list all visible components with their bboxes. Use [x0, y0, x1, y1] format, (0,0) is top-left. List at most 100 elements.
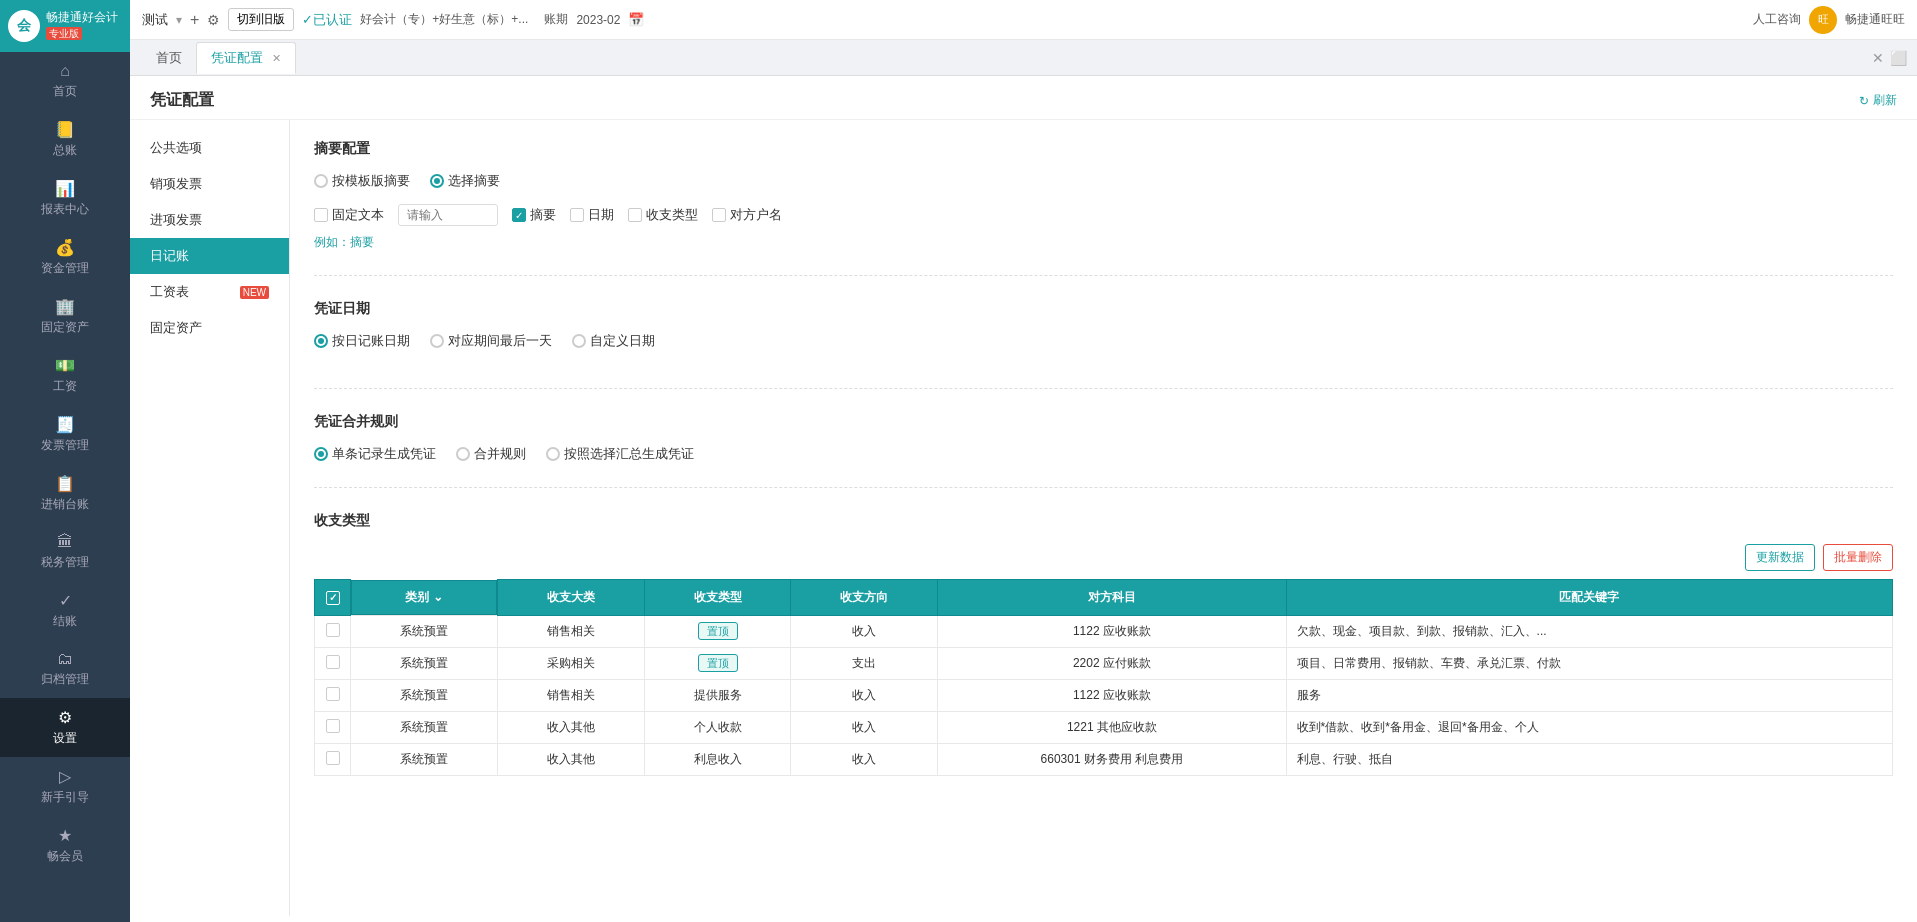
sidebar: 会 畅捷通好会计 专业版 ⌂首页📒总账📊报表中心💰资金管理🏢固定资产💵工资🧾发票… — [0, 0, 130, 922]
row-checkbox-2[interactable] — [326, 687, 340, 701]
sidebar-item-归档管理[interactable]: 🗂归档管理 — [0, 640, 130, 698]
tab-close-icon[interactable]: ✕ — [272, 52, 281, 64]
sidebar-item-进销台账[interactable]: 📋进销台账 — [0, 464, 130, 523]
window-maximize-icon[interactable]: ⬜ — [1891, 51, 1905, 65]
content-area: 凭证配置 ↻ 刷新 公共选项销项发票进项发票日记账工资表NEW固定资产 摘要配置… — [130, 76, 1917, 922]
sidebar-item-结账[interactable]: ✓结账 — [0, 581, 130, 640]
layout: 公共选项销项发票进项发票日记账工资表NEW固定资产 摘要配置 按模板版摘要 选择… — [130, 120, 1917, 916]
sidebar-item-总账[interactable]: 📒总账 — [0, 110, 130, 169]
th-checkbox[interactable]: ✓ — [315, 580, 351, 616]
checkbox-summary[interactable]: ✓ 摘要 — [512, 206, 556, 224]
fixed-text-input[interactable] — [398, 204, 498, 226]
sidebar-icon-8: 🏛 — [57, 533, 73, 551]
tab-home[interactable]: 首页 — [142, 43, 196, 73]
sidebar-item-税务管理[interactable]: 🏛税务管理 — [0, 523, 130, 581]
radio-custom-date[interactable]: 自定义日期 — [572, 332, 655, 350]
summary-config-section: 摘要配置 按模板版摘要 选择摘要 — [314, 140, 1893, 276]
left-nav-item-公共选项[interactable]: 公共选项 — [130, 130, 289, 166]
window-close-icon[interactable]: ✕ — [1871, 51, 1885, 65]
radio-journal-date[interactable]: 按日记账日期 — [314, 332, 410, 350]
add-icon[interactable]: + — [190, 11, 199, 29]
checkbox-date[interactable]: 日期 — [570, 206, 614, 224]
checkbox-income-type[interactable]: 收支类型 — [628, 206, 698, 224]
tabbar: 首页 凭证配置 ✕ ✕ ⬜ — [130, 40, 1917, 76]
tags-label: 好会计（专）+好生意（标）+... — [360, 11, 528, 28]
calendar-icon[interactable]: 📅 — [628, 12, 644, 27]
logo-text: 畅捷通好会计 专业版 — [46, 10, 118, 41]
new-badge: NEW — [240, 286, 269, 299]
left-nav-item-工资表[interactable]: 工资表NEW — [130, 274, 289, 310]
sidebar-icon-3: 💰 — [55, 238, 75, 257]
voucher-date-title: 凭证日期 — [314, 300, 1893, 318]
sidebar-item-工资[interactable]: 💵工资 — [0, 346, 130, 405]
income-table: ✓ 类别 ⌄ 收支大类 收支类型 收支方向 对方科目 匹配关键字 — [314, 579, 1893, 776]
topbar: 测试 ▾ + ⚙ 切到旧版 ✓已认证 好会计（专）+好生意（标）+... 账期 … — [130, 0, 1917, 40]
left-nav-item-日记账[interactable]: 日记账 — [130, 238, 289, 274]
checkbox-date-box — [570, 208, 584, 222]
sidebar-icon-1: 📒 — [55, 120, 75, 139]
sidebar-item-首页[interactable]: ⌂首页 — [0, 52, 130, 110]
top-tag[interactable]: 置顶 — [698, 654, 738, 672]
summary-radio-group: 按模板版摘要 选择摘要 — [314, 172, 1893, 190]
left-nav: 公共选项销项发票进项发票日记账工资表NEW固定资产 — [130, 120, 290, 916]
sidebar-icon-4: 🏢 — [55, 297, 75, 316]
row-checkbox-3[interactable] — [326, 719, 340, 733]
example-text: 例如：摘要 — [314, 234, 1893, 251]
avatar: 旺 — [1809, 6, 1837, 34]
row-checkbox-4[interactable] — [326, 751, 340, 765]
summary-config-title: 摘要配置 — [314, 140, 1893, 158]
switch-version-button[interactable]: 切到旧版 — [228, 8, 294, 31]
radio-single-record[interactable]: 单条记录生成凭证 — [314, 445, 436, 463]
batch-delete-button[interactable]: 批量删除 — [1823, 544, 1893, 571]
sidebar-item-固定资产[interactable]: 🏢固定资产 — [0, 287, 130, 346]
row-checkbox-0[interactable] — [326, 623, 340, 637]
row-checkbox-1[interactable] — [326, 655, 340, 669]
left-nav-item-销项发票[interactable]: 销项发票 — [130, 166, 289, 202]
header-checkbox[interactable]: ✓ — [326, 591, 340, 605]
period-value: 2023-02 — [576, 13, 620, 27]
checkbox-counterparty-box — [712, 208, 726, 222]
user-service-label[interactable]: 人工咨询 — [1753, 11, 1801, 28]
dropdown-arrow-icon[interactable]: ▾ — [176, 13, 182, 27]
sidebar-item-资金管理[interactable]: 💰资金管理 — [0, 228, 130, 287]
checkbox-counterparty[interactable]: 对方户名 — [712, 206, 782, 224]
top-tag[interactable]: 置顶 — [698, 622, 738, 640]
income-type-section: 收支类型 更新数据 批量删除 ✓ 类别 — [314, 512, 1893, 776]
certified-status: ✓已认证 — [302, 11, 352, 29]
voucher-merge-radio-group: 单条记录生成凭证 合并规则 按照选择汇总生成凭证 — [314, 445, 1893, 463]
income-type-title: 收支类型 — [314, 512, 1893, 530]
app-logo: 会 畅捷通好会计 专业版 — [0, 0, 130, 52]
sidebar-item-新手引导[interactable]: ▷新手引导 — [0, 757, 130, 816]
update-data-button[interactable]: 更新数据 — [1745, 544, 1815, 571]
settings-icon[interactable]: ⚙ — [207, 12, 220, 28]
sidebar-item-畅会员[interactable]: ★畅会员 — [0, 816, 130, 875]
sidebar-icon-12: ▷ — [59, 767, 71, 786]
content-header: 凭证配置 ↻ 刷新 — [130, 76, 1917, 120]
sidebar-item-报表中心[interactable]: 📊报表中心 — [0, 169, 130, 228]
table-row: 系统预置 销售相关 提供服务 收入 1122 应收账款 服务 — [315, 679, 1893, 711]
sidebar-icon-9: ✓ — [59, 591, 72, 610]
left-nav-item-进项发票[interactable]: 进项发票 — [130, 202, 289, 238]
th-type: 收支类型 — [644, 580, 791, 616]
th-account: 对方科目 — [938, 580, 1286, 616]
voucher-date-section: 凭证日期 按日记账日期 对应期间最后一天 自定义日期 — [314, 300, 1893, 389]
summary-checkbox-row: 固定文本 ✓ 摘要 日期 收支类型 — [314, 204, 1893, 226]
sidebar-item-发票管理[interactable]: 🧾发票管理 — [0, 405, 130, 464]
sidebar-item-设置[interactable]: ⚙设置 — [0, 698, 130, 757]
radio-select-summary[interactable]: 选择摘要 — [430, 172, 500, 190]
radio-summary-generate[interactable]: 按照选择汇总生成凭证 — [546, 445, 694, 463]
page-title: 凭证配置 — [150, 90, 214, 111]
company-name: 测试 — [142, 11, 168, 29]
radio-period-last-day[interactable]: 对应期间最后一天 — [430, 332, 552, 350]
radio-template-summary[interactable]: 按模板版摘要 — [314, 172, 410, 190]
sidebar-icon-10: 🗂 — [57, 650, 73, 668]
logo-icon: 会 — [8, 10, 40, 42]
checkbox-summary-box: ✓ — [512, 208, 526, 222]
radio-merge-rules[interactable]: 合并规则 — [456, 445, 526, 463]
right-content: 摘要配置 按模板版摘要 选择摘要 — [290, 120, 1917, 916]
left-nav-item-固定资产[interactable]: 固定资产 — [130, 310, 289, 346]
refresh-button[interactable]: ↻ 刷新 — [1859, 92, 1897, 109]
checkbox-fixed-text[interactable]: 固定文本 — [314, 206, 384, 224]
tab-voucher-config[interactable]: 凭证配置 ✕ — [196, 42, 296, 74]
th-major: 收支大类 — [497, 580, 644, 616]
